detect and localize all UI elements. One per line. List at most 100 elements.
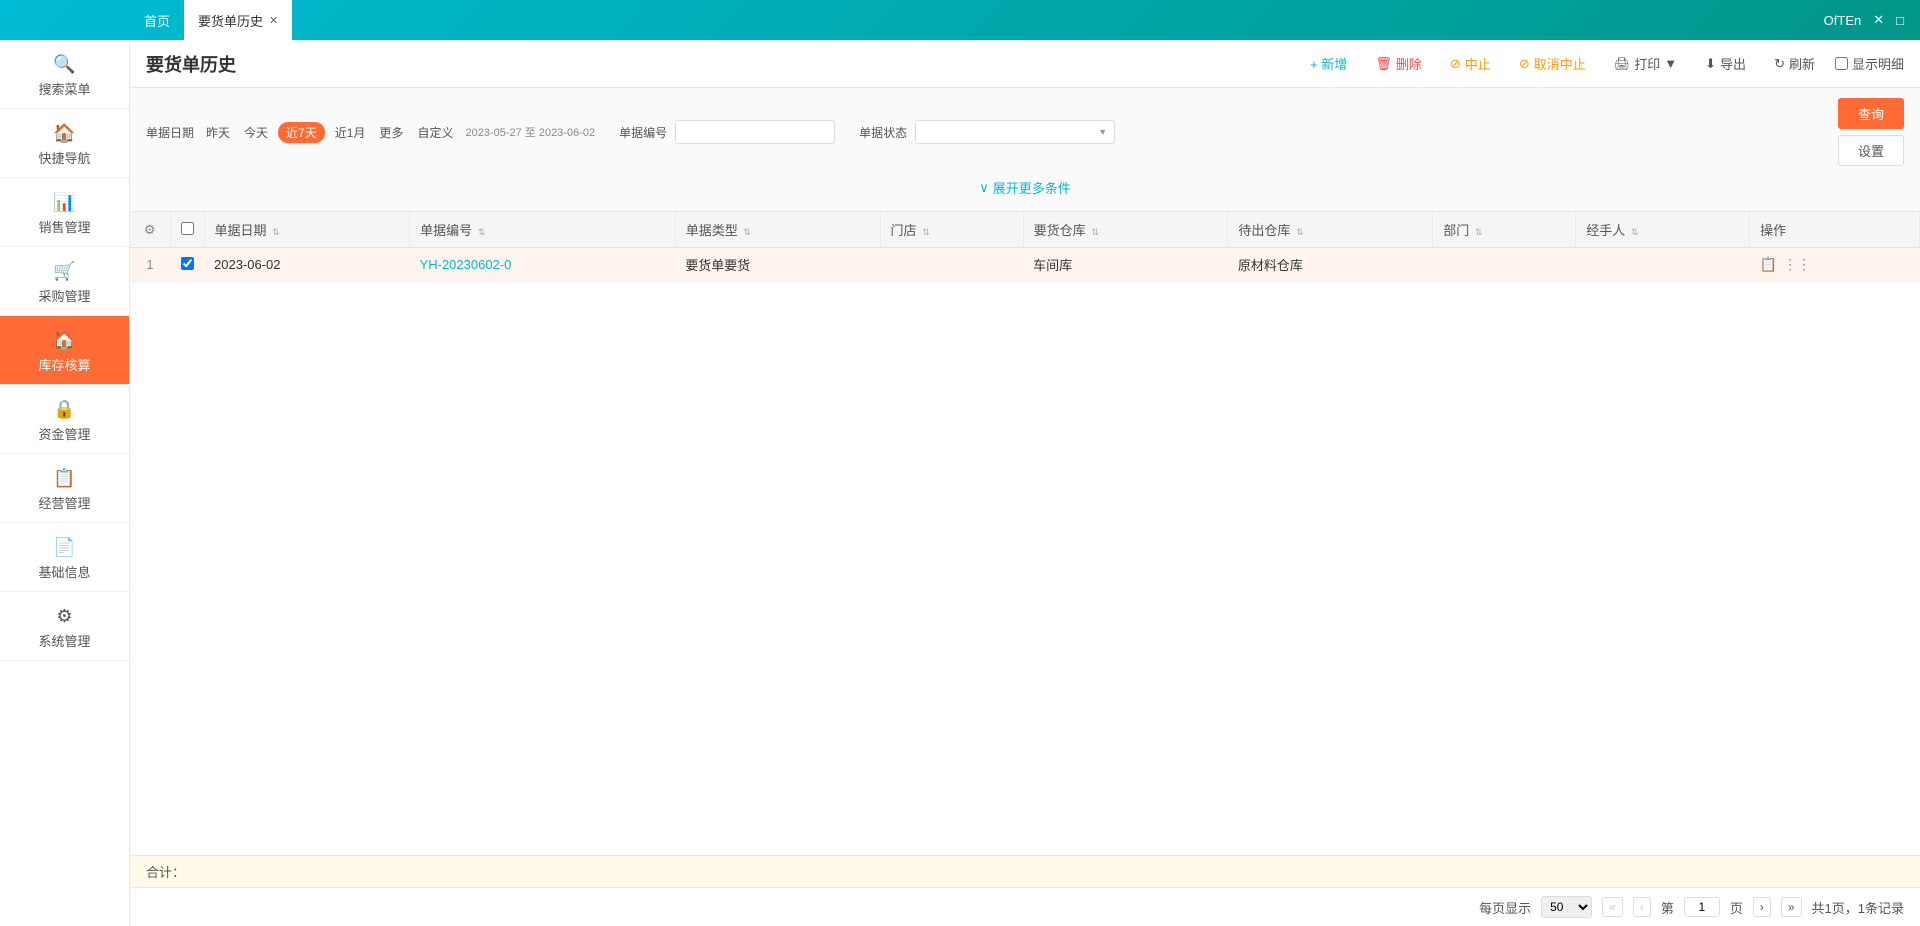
sort-date-icon[interactable]: ⇅ — [272, 227, 280, 237]
col-docno: 单据编号 ⇅ — [410, 212, 676, 248]
data-table: ⚙ 单据日期 ⇅ 单据编号 ⇅ 单据类型 — [130, 212, 1920, 282]
table-area: ⚙ 单据日期 ⇅ 单据编号 ⇅ 单据类型 — [130, 212, 1920, 855]
top-bar: 首页 要货单历史 ✕ OfTEn ✕ □ — [0, 0, 1920, 40]
query-button[interactable]: 查询 — [1838, 98, 1904, 129]
date-btn-today[interactable]: 今天 — [240, 123, 272, 142]
tab-home[interactable]: 首页 — [130, 0, 184, 40]
page-size-label: 每页显示 — [1479, 898, 1531, 917]
sort-reqwh-icon[interactable]: ⇅ — [1091, 227, 1099, 237]
page-input[interactable] — [1684, 897, 1720, 917]
sort-doctype-icon[interactable]: ⇅ — [743, 227, 751, 237]
cancel-stop-icon: ⊘ — [1519, 56, 1530, 72]
sales-icon: 📊 — [53, 192, 75, 213]
row-checkbox-cell — [170, 248, 204, 282]
stop-button[interactable]: ⊘ 中止 — [1442, 50, 1499, 77]
sidebar-item-sales[interactable]: 📊 销售管理 — [0, 178, 129, 247]
total-info: 共1页，1条记录 — [1812, 898, 1904, 917]
doc-no-input[interactable] — [675, 120, 835, 144]
sort-docno-icon[interactable]: ⇅ — [478, 227, 486, 237]
sidebar-item-search-menu[interactable]: 🔍 搜索菜单 — [0, 40, 129, 109]
select-all-checkbox[interactable] — [181, 222, 194, 235]
date-label: 单据日期 — [146, 124, 194, 141]
new-button[interactable]: + 新增 — [1302, 50, 1355, 77]
col-pending-warehouse: 待出仓库 ⇅ — [1228, 212, 1433, 248]
export-button[interactable]: ⬇ 导出 — [1697, 50, 1754, 77]
col-date: 单据日期 ⇅ — [204, 212, 410, 248]
system-icon: ⚙ — [56, 606, 72, 627]
pagination: 每页显示 50 10 20 100 « ‹ 第 页 › » 共1页，1条记录 — [130, 887, 1920, 926]
col-doctype: 单据类型 ⇅ — [675, 212, 880, 248]
date-range: 2023-05-27 至 2023-06-02 — [465, 124, 595, 140]
sidebar-item-basic[interactable]: 📄 基础信息 — [0, 523, 129, 592]
refresh-button[interactable]: ↻ 刷新 — [1766, 50, 1823, 77]
sort-dept-icon[interactable]: ⇅ — [1475, 227, 1483, 237]
row-edit-icon[interactable]: 📋 — [1760, 256, 1777, 273]
sidebar-item-label: 销售管理 — [38, 217, 90, 236]
filter-area: 单据日期 昨天 今天 近7天 近1月 更多 自定义 2023-05-27 至 2… — [130, 88, 1920, 212]
sidebar-item-system[interactable]: ⚙ 系统管理 — [0, 592, 129, 661]
sidebar-item-purchase[interactable]: 🛒 采购管理 — [0, 247, 129, 316]
sidebar-item-label: 经营管理 — [38, 493, 90, 512]
col-dept: 部门 ⇅ — [1433, 212, 1576, 248]
row-pending-warehouse: 原材料仓库 — [1228, 248, 1433, 282]
row-more-icon[interactable]: ⋮⋮ — [1783, 256, 1811, 273]
date-filter-group: 单据日期 昨天 今天 近7天 近1月 更多 自定义 2023-05-27 至 2… — [146, 122, 595, 143]
window-close-icon[interactable]: ✕ — [1873, 12, 1884, 28]
date-btn-yesterday[interactable]: 昨天 — [202, 123, 234, 142]
close-tab-icon[interactable]: ✕ — [269, 14, 278, 27]
row-handler — [1576, 248, 1750, 282]
show-detail-checkbox-group: 显示明细 — [1835, 54, 1904, 73]
sidebar-item-label: 资金管理 — [38, 424, 90, 443]
content-area: 要货单历史 + 新增 🗑 删除 ⊘ 中止 ⊘ 取消中止 🖨 — [130, 40, 1920, 926]
delete-button[interactable]: 🗑 删除 — [1367, 50, 1430, 77]
top-bar-right: OfTEn ✕ □ — [1824, 12, 1920, 28]
footer-summary: 合计： — [130, 855, 1920, 887]
sidebar-item-operation[interactable]: 📋 经营管理 — [0, 454, 129, 523]
sidebar-item-finance[interactable]: 🔒 资金管理 — [0, 385, 129, 454]
prev-page-button[interactable]: ‹ — [1633, 897, 1651, 917]
date-btn-1month[interactable]: 近1月 — [331, 123, 370, 142]
doc-no-link[interactable]: YH-20230602-0 — [420, 257, 512, 272]
doc-no-filter-group: 单据编号 — [619, 120, 835, 144]
main-layout: 🔍 搜索菜单 🏠 快捷导航 📊 销售管理 🛒 采购管理 🏠 库存核算 🔒 资金管… — [0, 40, 1920, 926]
show-detail-checkbox[interactable] — [1835, 57, 1848, 70]
date-shortcuts: 昨天 今天 近7天 近1月 更多 自定义 — [202, 122, 457, 143]
sidebar-item-inventory[interactable]: 🏠 库存核算 — [0, 316, 129, 385]
next-page-button[interactable]: › — [1753, 897, 1771, 917]
row-req-warehouse: 车间库 — [1023, 248, 1228, 282]
page-size-select[interactable]: 50 10 20 100 — [1541, 896, 1592, 918]
finance-icon: 🔒 — [53, 399, 75, 420]
row-index: 1 — [130, 248, 170, 282]
sort-store-icon[interactable]: ⇅ — [922, 227, 930, 237]
row-checkbox[interactable] — [181, 257, 194, 270]
tab-history[interactable]: 要货单历史 ✕ — [184, 0, 292, 40]
stop-icon: ⊘ — [1450, 56, 1461, 72]
status-select[interactable] — [915, 120, 1115, 144]
sidebar-item-quick-nav[interactable]: 🏠 快捷导航 — [0, 109, 129, 178]
page-unit: 页 — [1730, 898, 1743, 917]
doc-no-label: 单据编号 — [619, 124, 667, 141]
table-row[interactable]: 1 2023-06-02 YH-20230602-0 要货单要货 车间库 原材料… — [130, 248, 1920, 282]
last-page-button[interactable]: » — [1781, 897, 1802, 917]
sort-handler-icon[interactable]: ⇅ — [1631, 227, 1639, 237]
often-label: OfTEn — [1824, 13, 1862, 28]
sort-pendingwh-icon[interactable]: ⇅ — [1296, 227, 1304, 237]
row-op: 📋 ⋮⋮ — [1750, 248, 1920, 282]
export-icon: ⬇ — [1705, 56, 1716, 72]
date-btn-7days[interactable]: 近7天 — [278, 122, 325, 143]
col-settings[interactable]: ⚙ — [130, 212, 170, 248]
col-store: 门店 ⇅ — [880, 212, 1023, 248]
date-btn-custom[interactable]: 自定义 — [413, 123, 457, 142]
expand-more-btn[interactable]: ∨ 展开更多条件 — [146, 174, 1904, 201]
filter-row-1: 单据日期 昨天 今天 近7天 近1月 更多 自定义 2023-05-27 至 2… — [146, 98, 1904, 166]
first-page-button[interactable]: « — [1602, 897, 1623, 917]
settings-button[interactable]: 设置 — [1838, 135, 1904, 166]
print-button[interactable]: 🖨 打印 ▼ — [1606, 50, 1685, 77]
refresh-icon: ↻ — [1774, 56, 1785, 72]
date-btn-more[interactable]: 更多 — [375, 123, 407, 142]
cancel-stop-button[interactable]: ⊘ 取消中止 — [1511, 50, 1594, 77]
window-maximize-icon[interactable]: □ — [1896, 13, 1904, 28]
row-doctype: 要货单要货 — [675, 248, 880, 282]
delete-icon: 🗑 — [1375, 56, 1392, 72]
page-title: 要货单历史 — [146, 51, 1302, 77]
